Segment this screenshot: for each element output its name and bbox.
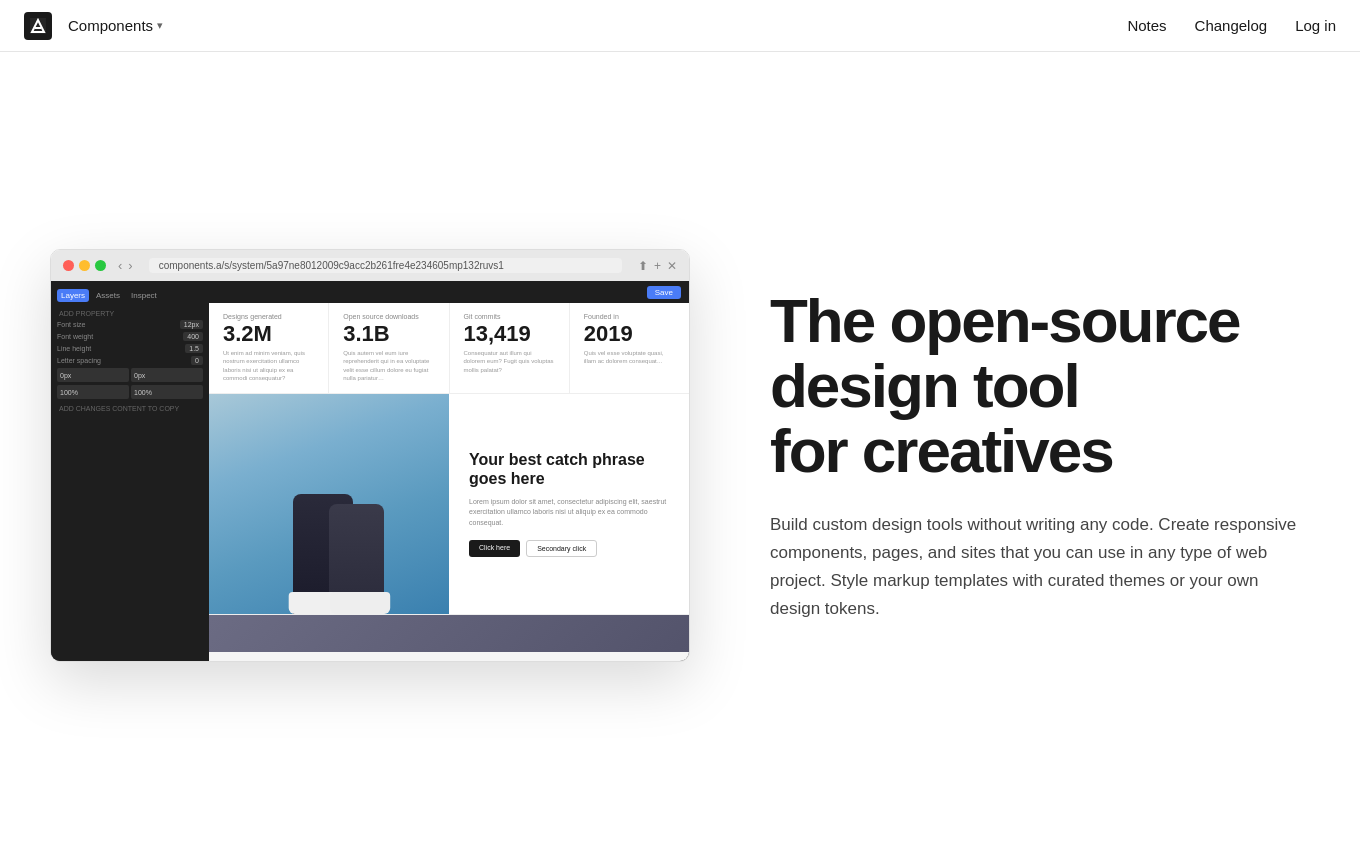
- browser-dots: [63, 260, 106, 271]
- stats-row: Designs generated 3.2M Ut enim ad minim …: [209, 303, 689, 394]
- stat-label-designs: Designs generated: [223, 313, 314, 320]
- close-icon: ✕: [667, 259, 677, 273]
- browser-address-bar[interactable]: components.a/s/system/5a97ne8012009c9acc…: [149, 258, 622, 273]
- stat-cell-designs: Designs generated 3.2M Ut enim ad minim …: [209, 303, 329, 393]
- prop-row-fontsize: Font size 12px: [57, 320, 203, 329]
- sidebar-tabs: Layers Assets Inspect: [57, 289, 203, 302]
- navbar: Components ▾ Notes Changelog Log in: [0, 0, 1360, 52]
- browser-mockup: ‹ › components.a/s/system/5a97ne8012009c…: [50, 249, 690, 662]
- sidebar-section-label-2: Add changes content to copy: [59, 405, 203, 412]
- canvas-hero-buttons: Click here Secondary click: [469, 540, 669, 557]
- stat-value-downloads: 3.1B: [343, 323, 434, 345]
- stat-desc-designs: Ut enim ad minim veniam, quis nostrum ex…: [223, 349, 314, 383]
- stat-label-founded: Founded in: [584, 313, 675, 320]
- save-button[interactable]: Save: [647, 286, 681, 299]
- prop-row-letterspacing: Letter spacing 0: [57, 356, 203, 365]
- add-tab-icon: +: [654, 259, 661, 273]
- main-content: ‹ › components.a/s/system/5a97ne8012009c…: [0, 0, 1360, 859]
- navbar-right: Notes Changelog Log in: [1127, 17, 1336, 34]
- canvas-hero-desc: Lorem ipsum dolor sit amet, consectetur …: [469, 497, 669, 529]
- canvas-primary-button[interactable]: Click here: [469, 540, 520, 557]
- stat-label-downloads: Open source downloads: [343, 313, 434, 320]
- notes-link[interactable]: Notes: [1127, 17, 1166, 34]
- stat-value-founded: 2019: [584, 323, 675, 345]
- stat-value-designs: 3.2M: [223, 323, 314, 345]
- stat-cell-founded: Founded in 2019 Quis vel esse voluptate …: [570, 303, 689, 393]
- stat-cell-commits: Git commits 13,419 Consequatur aut illum…: [450, 303, 570, 393]
- sidebar-input-1[interactable]: 0px: [57, 368, 129, 382]
- back-icon: ‹: [118, 258, 122, 273]
- changelog-link[interactable]: Changelog: [1195, 17, 1268, 34]
- canvas-area: Designs generated 3.2M Ut enim ad minim …: [209, 303, 689, 652]
- canvas-hero-title: Your best catch phrase goes here: [469, 450, 669, 488]
- logo[interactable]: [24, 12, 52, 40]
- browser-actions: ⬆ + ✕: [638, 259, 677, 273]
- stat-desc-founded: Quis vel esse voluptate quasi, illam ac …: [584, 349, 675, 366]
- stat-label-commits: Git commits: [464, 313, 555, 320]
- hero-headline-line2: design tool: [770, 351, 1079, 420]
- canvas-hero-content: Your best catch phrase goes here Lorem i…: [449, 394, 689, 614]
- canvas-hero: Your best catch phrase goes here Lorem i…: [209, 394, 689, 614]
- stat-cell-downloads: Open source downloads 3.1B Quis autem ve…: [329, 303, 449, 393]
- app-main: Save Designs generated 3.2M Ut enim ad m…: [209, 281, 689, 661]
- canvas-bottom-bar: [209, 614, 689, 652]
- dot-yellow: [79, 260, 90, 271]
- sidebar-section-label: Add property: [59, 310, 203, 317]
- canvas-secondary-button[interactable]: Secondary click: [526, 540, 597, 557]
- sidebar-tab-layers[interactable]: Layers: [57, 289, 89, 302]
- sidebar-tab-inspect[interactable]: Inspect: [127, 289, 161, 302]
- navbar-left: Components ▾: [24, 12, 171, 40]
- canvas-hero-image: [209, 394, 449, 614]
- components-label: Components: [68, 17, 153, 34]
- components-button[interactable]: Components ▾: [60, 13, 171, 38]
- app-top-bar: Save: [209, 281, 689, 303]
- sidebar-input-row-1: 0px 0px: [57, 368, 203, 382]
- stat-desc-commits: Consequatur aut illum qui dolorem eum? F…: [464, 349, 555, 374]
- dot-red: [63, 260, 74, 271]
- sidebar-input-2[interactable]: 0px: [131, 368, 203, 382]
- sidebar-input-3[interactable]: 100%: [57, 385, 129, 399]
- stat-desc-downloads: Quis autem vel eum iure reprehenderit qu…: [343, 349, 434, 383]
- forward-icon: ›: [128, 258, 132, 273]
- prop-row-fontweight: Font weight 400: [57, 332, 203, 341]
- dot-green: [95, 260, 106, 271]
- hero-section: ‹ › components.a/s/system/5a97ne8012009c…: [0, 189, 1360, 722]
- login-link[interactable]: Log in: [1295, 17, 1336, 34]
- chevron-down-icon: ▾: [157, 19, 163, 32]
- hero-headline: The open-source design tool for creative…: [770, 288, 1300, 483]
- browser-nav: ‹ ›: [118, 258, 133, 273]
- stat-value-commits: 13,419: [464, 323, 555, 345]
- app-interior: Layers Assets Inspect Add property Font …: [51, 281, 689, 661]
- app-sidebar: Layers Assets Inspect Add property Font …: [51, 281, 209, 661]
- hero-headline-line3: for creatives: [770, 416, 1113, 485]
- hero-description: Build custom design tools without writin…: [770, 511, 1300, 623]
- sidebar-input-row-2: 100% 100%: [57, 385, 203, 399]
- prop-row-lineheight: Line height 1.5: [57, 344, 203, 353]
- hero-text: The open-source design tool for creative…: [770, 288, 1300, 623]
- hero-headline-line1: The open-source: [770, 286, 1240, 355]
- browser-chrome: ‹ › components.a/s/system/5a97ne8012009c…: [51, 250, 689, 281]
- share-icon: ⬆: [638, 259, 648, 273]
- sidebar-input-4[interactable]: 100%: [131, 385, 203, 399]
- sidebar-tab-assets[interactable]: Assets: [92, 289, 124, 302]
